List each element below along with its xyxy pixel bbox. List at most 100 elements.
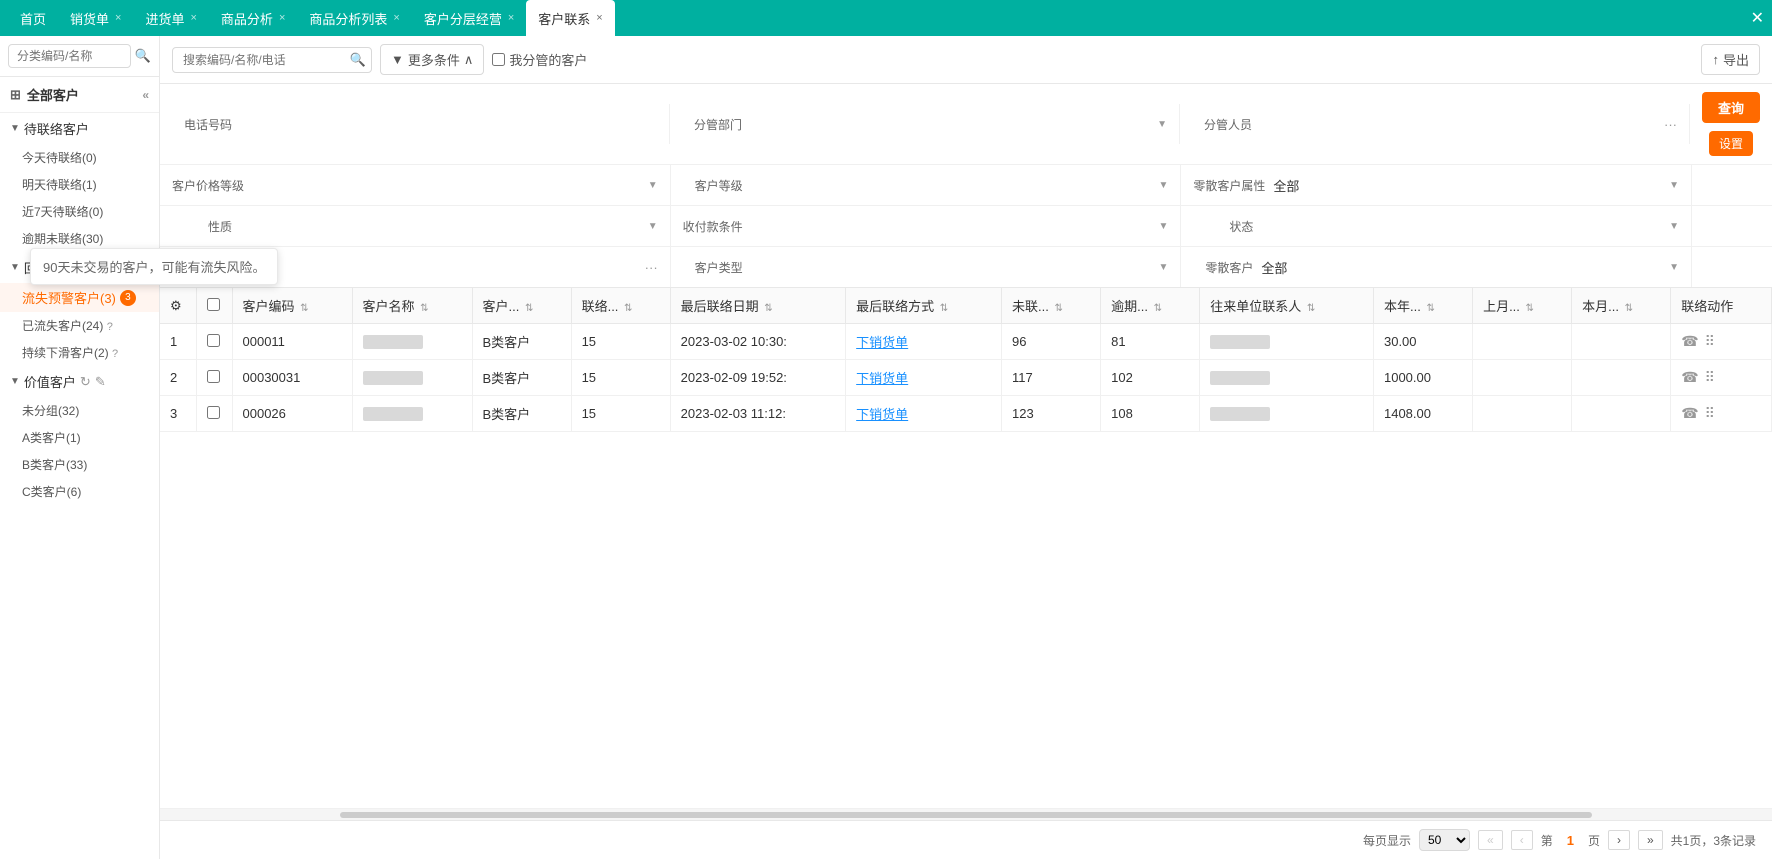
nav-customer-tier[interactable]: 客户分层经营 × — [412, 0, 526, 36]
sidebar-item-today-contact[interactable]: 今天待联络(0) — [0, 144, 159, 171]
filter-dept-select[interactable]: ▼ — [750, 119, 1167, 130]
filter-customer-type-select[interactable]: ▼ — [751, 262, 1169, 273]
filter-retail-customer-arrow: ▼ — [1669, 262, 1679, 273]
filter-customer-level-arrow: ▼ — [1158, 180, 1168, 191]
filter-manager: 分管人员 ··· — [1180, 104, 1690, 144]
sidebar: 🔍 ⊞ 全部客户 « ▼ 待联络客户 今天待联络(0) 明天待联络(1) 近7天… — [0, 36, 160, 859]
my-customers-checkbox[interactable] — [492, 53, 505, 66]
my-customers-checkbox-label[interactable]: 我分管的客户 — [492, 50, 587, 69]
filter-price-level-select[interactable]: ▼ — [252, 180, 658, 191]
nav-home-label: 首页 — [20, 9, 46, 28]
prev-page-button[interactable]: ‹ — [1511, 830, 1533, 850]
first-page-button[interactable]: « — [1478, 830, 1503, 850]
row-last-contact-method[interactable]: 下销货单 — [846, 360, 1002, 396]
row-last-contact-method[interactable]: 下销货单 — [846, 396, 1002, 432]
col-checkbox-header[interactable] — [196, 288, 232, 324]
nav-home[interactable]: 首页 — [8, 0, 58, 36]
row-checkbox[interactable] — [196, 360, 232, 396]
filter-status-select[interactable]: ▼ — [1261, 221, 1679, 232]
nav-product-analysis-list[interactable]: 商品分析列表 × — [297, 0, 411, 36]
nav-customer-contact[interactable]: 客户联系 × — [526, 0, 614, 36]
sidebar-item-ungrouped[interactable]: 未分组(32) — [0, 397, 159, 424]
query-button[interactable]: 查询 — [1702, 92, 1760, 123]
select-all-checkbox[interactable] — [207, 298, 220, 311]
row-checkbox[interactable] — [196, 396, 232, 432]
nav-purchase-close[interactable]: × — [190, 12, 196, 24]
settings-button[interactable]: 设置 — [1709, 131, 1753, 156]
col-last-contact-method[interactable]: 最后联络方式 ⇅ — [846, 288, 1002, 324]
next-page-button[interactable]: › — [1608, 830, 1630, 850]
row-overdue: 108 — [1101, 396, 1200, 432]
filter-region-dots[interactable]: ··· — [645, 260, 658, 275]
col-customer-name[interactable]: 客户名称 ⇅ — [352, 288, 472, 324]
nav-customer-contact-close[interactable]: × — [596, 12, 602, 24]
action-contact-icon[interactable]: ☎ — [1681, 405, 1698, 422]
nav-sales[interactable]: 销货单 × — [58, 0, 133, 36]
sidebar-all-customers-header[interactable]: ⊞ 全部客户 « — [0, 77, 159, 113]
nav-sales-close[interactable]: × — [115, 12, 121, 24]
col-this-year[interactable]: 本年... ⇅ — [1373, 288, 1472, 324]
per-page-select[interactable]: 50 100 — [1419, 829, 1470, 851]
more-filter-button[interactable]: ▼ 更多条件 ∧ — [380, 44, 484, 75]
col-customer-type[interactable]: 客户... ⇅ — [472, 288, 571, 324]
export-icon: ↑ — [1712, 52, 1719, 67]
filter-nature-select[interactable]: ▼ — [240, 221, 658, 232]
nav-product-analysis[interactable]: 商品分析 × — [209, 0, 297, 36]
last-page-button[interactable]: » — [1638, 830, 1663, 850]
window-close-button[interactable]: ✕ — [1751, 8, 1764, 28]
col-customer-code[interactable]: 客户编码 ⇅ — [232, 288, 352, 324]
sort-overdue-icon: ⇅ — [1154, 303, 1162, 314]
nav-product-analysis-close[interactable]: × — [279, 12, 285, 24]
col-overdue[interactable]: 逾期... ⇅ — [1101, 288, 1200, 324]
action-more-icon[interactable]: ⠿ — [1705, 369, 1715, 386]
sidebar-collapse-btn[interactable]: « — [142, 88, 149, 102]
filter-phone-input[interactable] — [240, 117, 657, 131]
sidebar-item-declining[interactable]: 持续下滑客户(2) ? — [0, 339, 159, 366]
filter-retail-customer-select[interactable]: 全部 ▼ — [1261, 258, 1679, 277]
filter-payment-select[interactable]: ▼ — [751, 221, 1169, 232]
action-more-icon[interactable]: ⠿ — [1705, 405, 1715, 422]
filter-customer-level-select[interactable]: ▼ — [751, 180, 1169, 191]
sidebar-item-churned[interactable]: 已流失客户(24) ? — [0, 312, 159, 339]
col-contact-person[interactable]: 往来单位联系人 ⇅ — [1200, 288, 1374, 324]
last-contact-method-link[interactable]: 下销货单 — [856, 371, 908, 386]
nav-purchase[interactable]: 进货单 × — [133, 0, 208, 36]
row-last-contact-method[interactable]: 下销货单 — [846, 324, 1002, 360]
filter-region-input[interactable] — [252, 260, 645, 274]
sidebar-group-pending[interactable]: ▼ 待联络客户 — [0, 113, 159, 144]
sidebar-group-value[interactable]: ▼ 价值客户 ↻ ✎ — [0, 366, 159, 397]
row-checkbox[interactable] — [196, 324, 232, 360]
col-settings[interactable]: ⚙ — [160, 288, 196, 324]
value-group-edit[interactable]: ✎ — [95, 374, 106, 390]
sidebar-item-week-contact[interactable]: 近7天待联络(0) — [0, 198, 159, 225]
sidebar-item-tomorrow-contact[interactable]: 明天待联络(1) — [0, 171, 159, 198]
col-not-contacted[interactable]: 未联... ⇅ — [1002, 288, 1101, 324]
search-input[interactable] — [172, 47, 372, 73]
action-contact-icon[interactable]: ☎ — [1681, 369, 1698, 386]
horizontal-scrollbar[interactable] — [160, 808, 1772, 820]
value-group-refresh[interactable]: ↻ — [80, 374, 91, 390]
last-contact-method-link[interactable]: 下销货单 — [856, 407, 908, 422]
action-contact-icon[interactable]: ☎ — [1681, 333, 1698, 350]
col-contact[interactable]: 联络... ⇅ — [571, 288, 670, 324]
sidebar-item-c-class[interactable]: C类客户(6) — [0, 478, 159, 505]
sidebar-item-b-class[interactable]: B类客户(33) — [0, 451, 159, 478]
search-button[interactable]: 🔍 — [350, 52, 366, 68]
nav-customer-tier-close[interactable]: × — [508, 12, 514, 24]
col-this-month[interactable]: 本月... ⇅ — [1572, 288, 1671, 324]
action-more-icon[interactable]: ⠿ — [1705, 333, 1715, 350]
last-contact-method-link[interactable]: 下销货单 — [856, 335, 908, 350]
sidebar-search-input[interactable] — [8, 44, 131, 68]
filter-icon: ▼ — [391, 52, 404, 67]
col-last-month[interactable]: 上月... ⇅ — [1473, 288, 1572, 324]
scrollbar-thumb[interactable] — [340, 812, 1592, 818]
nav-product-analysis-list-close[interactable]: × — [393, 12, 399, 24]
sidebar-search-icon[interactable]: 🔍 — [135, 48, 151, 64]
filter-retail-attr-select[interactable]: 全部 ▼ — [1273, 176, 1679, 195]
sidebar-item-churn-warning[interactable]: 流失预警客户(3) 3 — [0, 283, 159, 312]
sidebar-item-a-class[interactable]: A类客户(1) — [0, 424, 159, 451]
row-contact: 15 — [571, 396, 670, 432]
col-last-contact-date[interactable]: 最后联络日期 ⇅ — [670, 288, 846, 324]
export-button[interactable]: ↑ 导出 — [1701, 44, 1760, 75]
filter-manager-dots[interactable]: ··· — [1664, 117, 1677, 132]
